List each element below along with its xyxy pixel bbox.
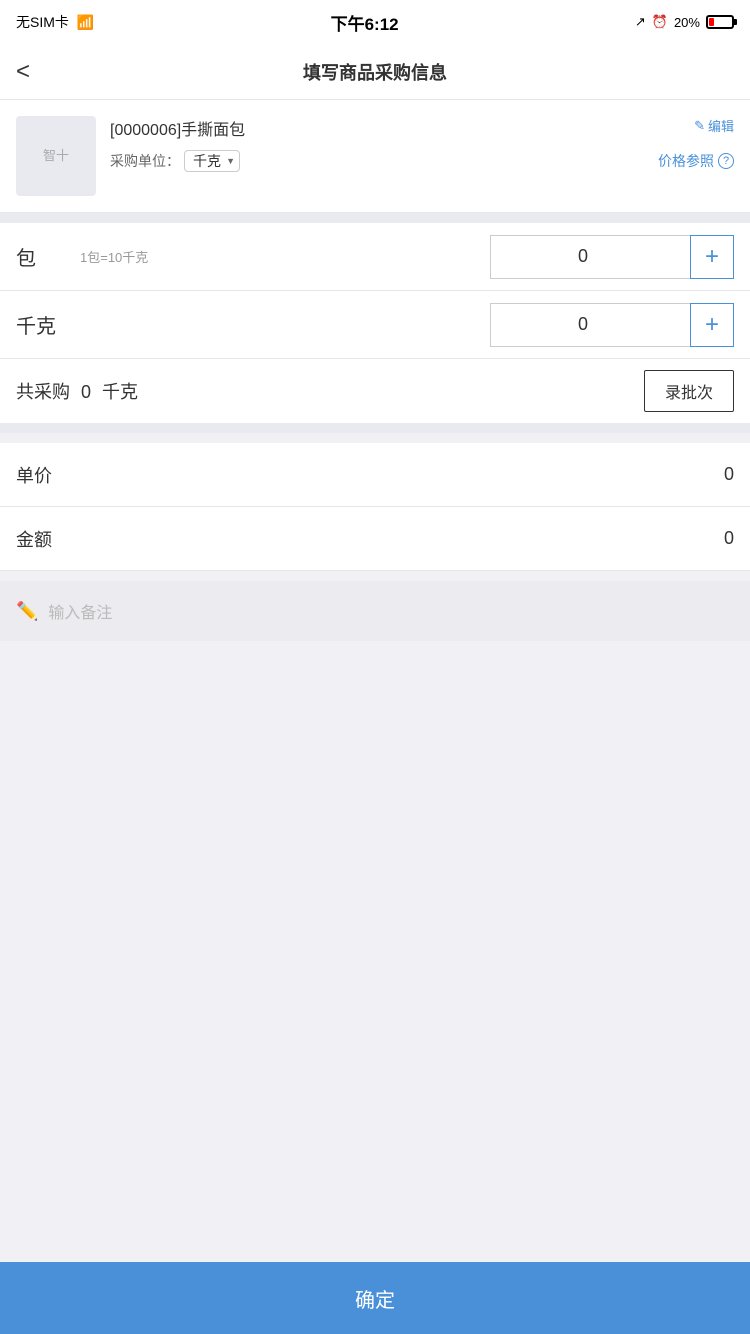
kg-input-row: 千克 + [0, 291, 750, 359]
amount-value: 0 [724, 528, 734, 549]
price-ref-help-icon: ? [718, 153, 734, 169]
battery-icon [706, 15, 734, 29]
pencil-icon: ✏️ [16, 601, 38, 622]
input-section: 包 1包=10千克 + 千克 + [0, 223, 750, 359]
product-info: [0000006]手撕面包 ✎ 编辑 采购单位： 千克 包 价格参照 ? [110, 116, 734, 172]
unit-price-value: 0 [724, 464, 734, 485]
edit-icon: ✎ [694, 118, 705, 134]
price-section: 单价 0 金额 0 [0, 443, 750, 571]
unit-select[interactable]: 千克 包 [184, 150, 240, 172]
product-unit-row: 采购单位： 千克 包 价格参照 ? [110, 150, 734, 172]
batch-record-button[interactable]: 录批次 [644, 370, 734, 412]
back-button[interactable]: < [16, 58, 30, 86]
kg-plus-button[interactable]: + [690, 303, 734, 347]
summary-text: 共采购 0 千克 [16, 378, 138, 404]
location-icon: ↗ [635, 14, 646, 30]
price-ref-label: 价格参照 [658, 151, 714, 171]
remark-placeholder: 输入备注 [48, 599, 112, 623]
amount-row: 金额 0 [0, 507, 750, 571]
summary-row: 共采购 0 千克 录批次 [0, 359, 750, 423]
main-content-area [0, 641, 750, 1262]
bag-input-right: + [490, 235, 734, 279]
bag-quantity-input[interactable] [490, 235, 690, 279]
price-ref-button[interactable]: 价格参照 ? [658, 151, 734, 171]
bag-label: 包 [16, 242, 76, 271]
status-left: 无SIM卡 📶 [16, 12, 94, 32]
status-right: ↗ ⏰ 20% [635, 14, 734, 30]
unit-select-wrapper[interactable]: 千克 包 [184, 150, 240, 172]
unit-price-label: 单价 [16, 462, 52, 488]
product-thumbnail: 智十 [16, 116, 96, 196]
remark-section[interactable]: ✏️ 输入备注 [0, 581, 750, 641]
summary-value: 0 [81, 382, 91, 402]
kg-input-right: + [490, 303, 734, 347]
status-time: 下午6:12 [331, 10, 399, 35]
carrier-label: 无SIM卡 [16, 12, 69, 32]
bag-input-row: 包 1包=10千克 + [0, 223, 750, 291]
edit-label: 编辑 [708, 116, 734, 135]
nav-bar: < 填写商品采购信息 [0, 44, 750, 100]
kg-label: 千克 [16, 310, 76, 339]
product-card: 智十 [0000006]手撕面包 ✎ 编辑 采购单位： 千克 包 价格参照 [0, 100, 750, 213]
separator-1 [0, 213, 750, 223]
page-title: 填写商品采购信息 [303, 59, 447, 85]
alarm-icon: ⏰ [652, 14, 668, 30]
summary-unit: 千克 [102, 382, 138, 402]
bag-sub-label: 1包=10千克 [80, 247, 148, 266]
summary-label: 共采购 [16, 382, 70, 402]
status-bar: 无SIM卡 📶 下午6:12 ↗ ⏰ 20% [0, 0, 750, 44]
separator-2 [0, 423, 750, 433]
product-header: [0000006]手撕面包 ✎ 编辑 [110, 116, 734, 140]
amount-label: 金额 [16, 526, 52, 552]
unit-price-row: 单价 0 [0, 443, 750, 507]
edit-button[interactable]: ✎ 编辑 [694, 116, 734, 135]
bag-plus-button[interactable]: + [690, 235, 734, 279]
wifi-icon: 📶 [77, 14, 94, 31]
unit-label: 采购单位： [110, 151, 180, 171]
confirm-button[interactable]: 确定 [0, 1262, 750, 1334]
product-logo: 智十 [43, 148, 69, 165]
product-name: [0000006]手撕面包 [110, 116, 245, 140]
kg-quantity-input[interactable] [490, 303, 690, 347]
battery-percent: 20% [674, 15, 700, 30]
